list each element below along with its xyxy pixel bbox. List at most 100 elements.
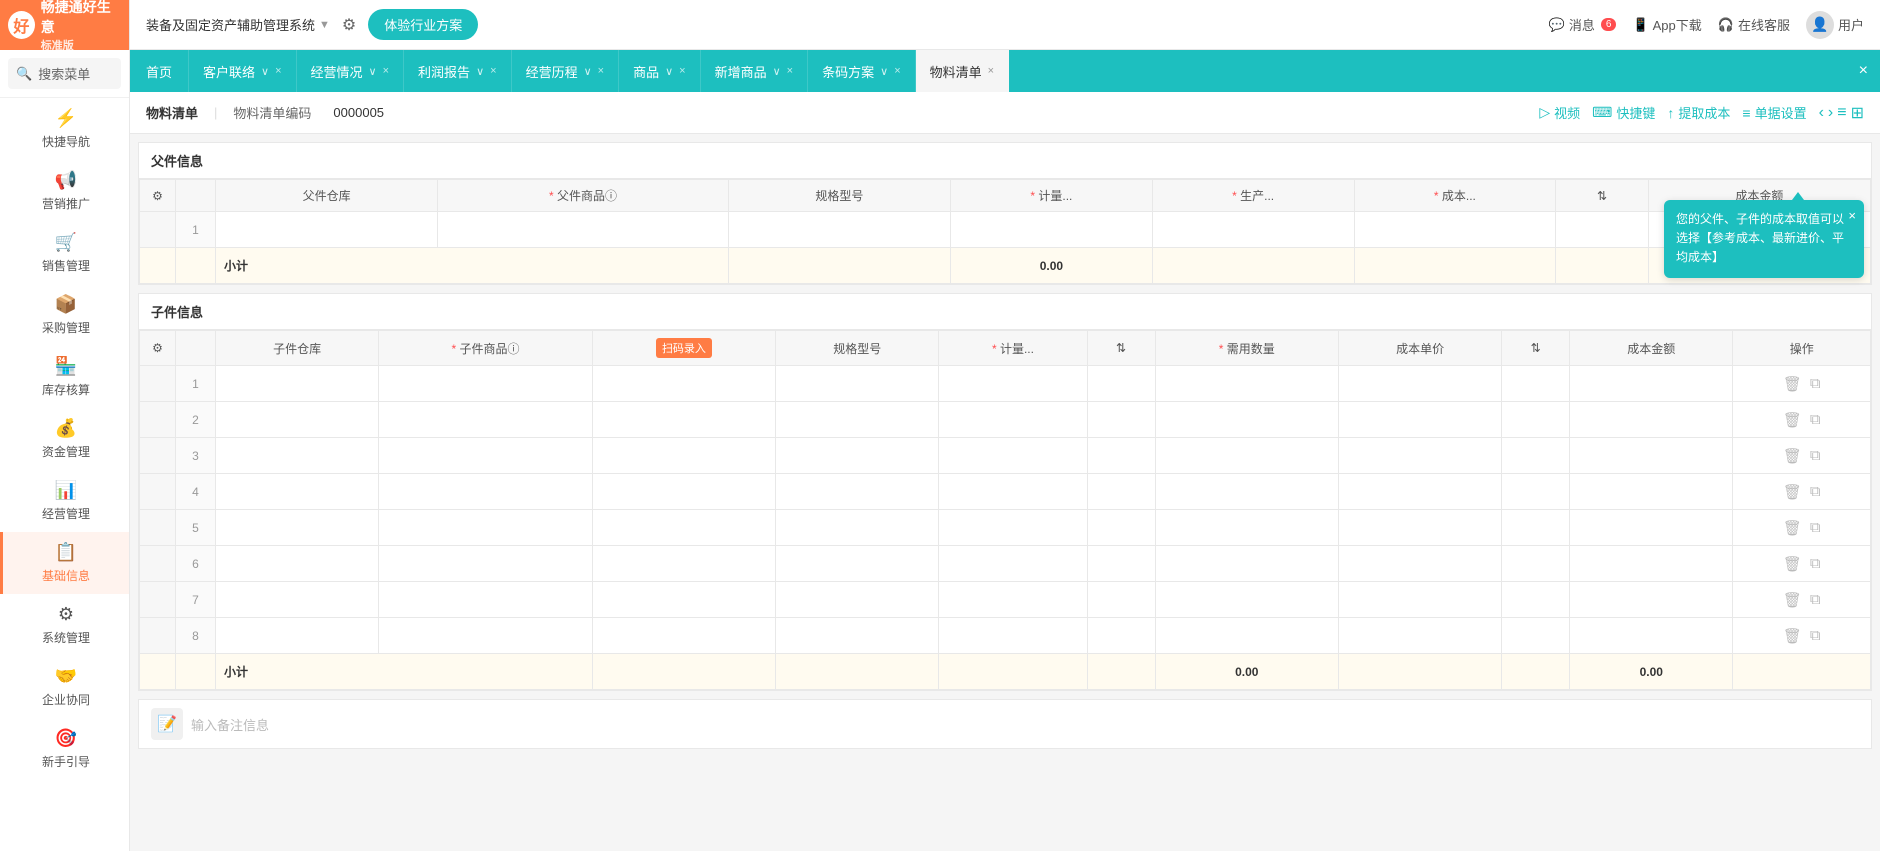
copy-icon[interactable]: ⧉ <box>1810 411 1821 428</box>
sidebar-item-quick-nav[interactable]: ⚡ 快捷导航 <box>0 98 129 160</box>
child-row1-spec[interactable] <box>776 366 939 402</box>
parent-col-produce: 生产... <box>1152 180 1354 212</box>
remark-hint[interactable]: 输入备注信息 <box>191 715 269 734</box>
sidebar-item-guide[interactable]: 🎯 新手引导 <box>0 718 129 780</box>
remark-section: 📝 输入备注信息 <box>138 699 1872 749</box>
tab-close-icon[interactable]: × <box>598 66 604 77</box>
tab-barcode[interactable]: 条码方案 ∨ × <box>808 50 916 92</box>
parent-subtotal-amount1: 0.00 <box>951 248 1153 284</box>
app-download-button[interactable]: 📱 App下载 <box>1632 15 1701 34</box>
message-button[interactable]: 💬 消息 6 <box>1549 15 1617 34</box>
menu-icon[interactable]: ≡ <box>1837 104 1846 122</box>
tooltip-text: 您的父件、子件的成本取值可以选择【参考成本、最新进价、平均成本】 <box>1676 212 1844 264</box>
tab-close-icon[interactable]: × <box>490 66 496 77</box>
parent-row-cost[interactable] <box>1354 212 1556 248</box>
online-service-button[interactable]: 🎧 在线客服 <box>1718 15 1790 34</box>
sidebar-item-marketing[interactable]: 📢 营销推广 <box>0 160 129 222</box>
sidebar-item-sales[interactable]: 🛒 销售管理 <box>0 222 129 284</box>
copy-icon[interactable]: ⧉ <box>1810 375 1821 392</box>
sidebar-item-operation[interactable]: 📊 经营管理 <box>0 470 129 532</box>
trial-button[interactable]: 体验行业方案 <box>368 9 478 40</box>
tooltip-close-button[interactable]: × <box>1848 206 1856 227</box>
tab-bom[interactable]: 物料清单 × <box>916 50 1009 92</box>
child-row1-qty[interactable] <box>1155 366 1338 402</box>
expand-icon[interactable]: ⊞ <box>1851 103 1864 123</box>
child-row1-unit-price[interactable] <box>1338 366 1501 402</box>
sidebar-item-enterprise[interactable]: 🤝 企业协同 <box>0 656 129 718</box>
keyboard-icon: ⌨ <box>1592 104 1612 121</box>
chevron-down-icon: ▼ <box>319 19 330 31</box>
child-row1-actions: 🗑 ⧉ <box>1733 366 1871 402</box>
quick-nav-icon: ⚡ <box>55 108 77 129</box>
single-settings-action[interactable]: ≡ 单据设置 <box>1742 103 1806 122</box>
child-row1-unit[interactable] <box>939 366 1087 402</box>
copy-icon[interactable]: ⧉ <box>1810 627 1821 644</box>
tab-history[interactable]: 经营历程 ∨ × <box>512 50 620 92</box>
delete-icon[interactable]: 🗑 <box>1783 447 1802 465</box>
parent-col-settings[interactable]: ⚙ <box>140 180 176 212</box>
delete-icon[interactable]: 🗑 <box>1783 555 1802 573</box>
chevron-down-icon: ∨ <box>773 65 781 78</box>
parent-col-sort: ⇅ <box>1556 180 1648 212</box>
delete-icon[interactable]: 🗑 <box>1783 519 1802 537</box>
child-col-settings[interactable]: ⚙ <box>140 331 176 366</box>
prev-page-icon[interactable]: ‹ <box>1819 104 1824 122</box>
next-page-icon[interactable]: › <box>1828 104 1833 122</box>
parent-row-produce[interactable] <box>1152 212 1354 248</box>
breadcrumb: 物料清单 <box>146 103 198 122</box>
tab-close-icon[interactable]: × <box>679 66 685 77</box>
sidebar-item-finance[interactable]: 💰 资金管理 <box>0 408 129 470</box>
delete-icon[interactable]: 🗑 <box>1783 375 1802 393</box>
tab-profit[interactable]: 利润报告 ∨ × <box>404 50 512 92</box>
tab-goods[interactable]: 商品 ∨ × <box>619 50 701 92</box>
extract-cost-action[interactable]: ↑ 提取成本 <box>1667 103 1730 122</box>
tab-close-icon[interactable]: × <box>275 66 281 77</box>
view-action[interactable]: ▷ 视频 <box>1539 103 1580 122</box>
child-row1-cost-amount <box>1570 366 1733 402</box>
copy-icon[interactable]: ⧉ <box>1810 591 1821 608</box>
parent-col-spec: 规格型号 <box>728 180 950 212</box>
parent-row-spec[interactable] <box>728 212 950 248</box>
child-col-num <box>176 331 216 366</box>
search-menu-button[interactable]: 🔍 搜索菜单 <box>8 58 121 89</box>
close-all-tabs-button[interactable]: × <box>1847 62 1880 80</box>
copy-icon[interactable]: ⧉ <box>1810 447 1821 464</box>
delete-icon[interactable]: 🗑 <box>1783 627 1802 645</box>
parent-row-warehouse[interactable] <box>216 212 438 248</box>
child-col-qty: 需用数量 <box>1155 331 1338 366</box>
parent-row-unit[interactable] <box>951 212 1153 248</box>
settings-icon[interactable]: ⚙ <box>342 15 356 35</box>
child-col-sort2: ⇅ <box>1502 331 1570 366</box>
delete-icon[interactable]: 🗑 <box>1783 411 1802 429</box>
table-row: 5 🗑⧉ <box>140 510 1871 546</box>
child-row1-goods[interactable] <box>379 366 593 402</box>
copy-icon[interactable]: ⧉ <box>1810 555 1821 572</box>
system-selector[interactable]: 装备及固定资产辅助管理系统 ▼ <box>146 15 330 34</box>
child-row1-warehouse[interactable] <box>216 366 379 402</box>
tab-customer[interactable]: 客户联络 ∨ × <box>189 50 297 92</box>
sidebar-item-system[interactable]: ⚙ 系统管理 <box>0 594 129 656</box>
sidebar-search[interactable]: 🔍 搜索菜单 <box>0 50 129 98</box>
sidebar-item-inventory[interactable]: 🏪 库存核算 <box>0 346 129 408</box>
tab-close-icon[interactable]: × <box>988 66 994 77</box>
shortcut-action[interactable]: ⌨ 快捷键 <box>1592 103 1655 122</box>
copy-icon[interactable]: ⧉ <box>1810 483 1821 500</box>
sidebar-item-purchase[interactable]: 📦 采购管理 <box>0 284 129 346</box>
tab-close-icon[interactable]: × <box>383 66 389 77</box>
mobile-icon: 📱 <box>1632 17 1648 33</box>
delete-icon[interactable]: 🗑 <box>1783 483 1802 501</box>
chevron-down-icon: ∨ <box>584 65 592 78</box>
child-col-action: 操作 <box>1733 331 1871 366</box>
tab-close-icon[interactable]: × <box>894 66 900 77</box>
tab-home[interactable]: 首页 <box>130 50 189 92</box>
delete-icon[interactable]: 🗑 <box>1783 591 1802 609</box>
copy-icon[interactable]: ⧉ <box>1810 519 1821 536</box>
tab-close-icon[interactable]: × <box>787 66 793 77</box>
tab-add-goods[interactable]: 新增商品 ∨ × <box>701 50 809 92</box>
sidebar-item-basic-info[interactable]: 📋 基础信息 <box>0 532 129 594</box>
parent-row-goods[interactable] <box>438 212 729 248</box>
user-menu[interactable]: 👤 用户 <box>1806 11 1864 39</box>
child-table: ⚙ 子件仓库 子件商品ⓘ 扫码录入 规格型号 计量... ⇅ 需用数量 成本单价… <box>139 330 1871 690</box>
tab-operation[interactable]: 经营情况 ∨ × <box>297 50 405 92</box>
chevron-down-icon: ∨ <box>261 65 269 78</box>
